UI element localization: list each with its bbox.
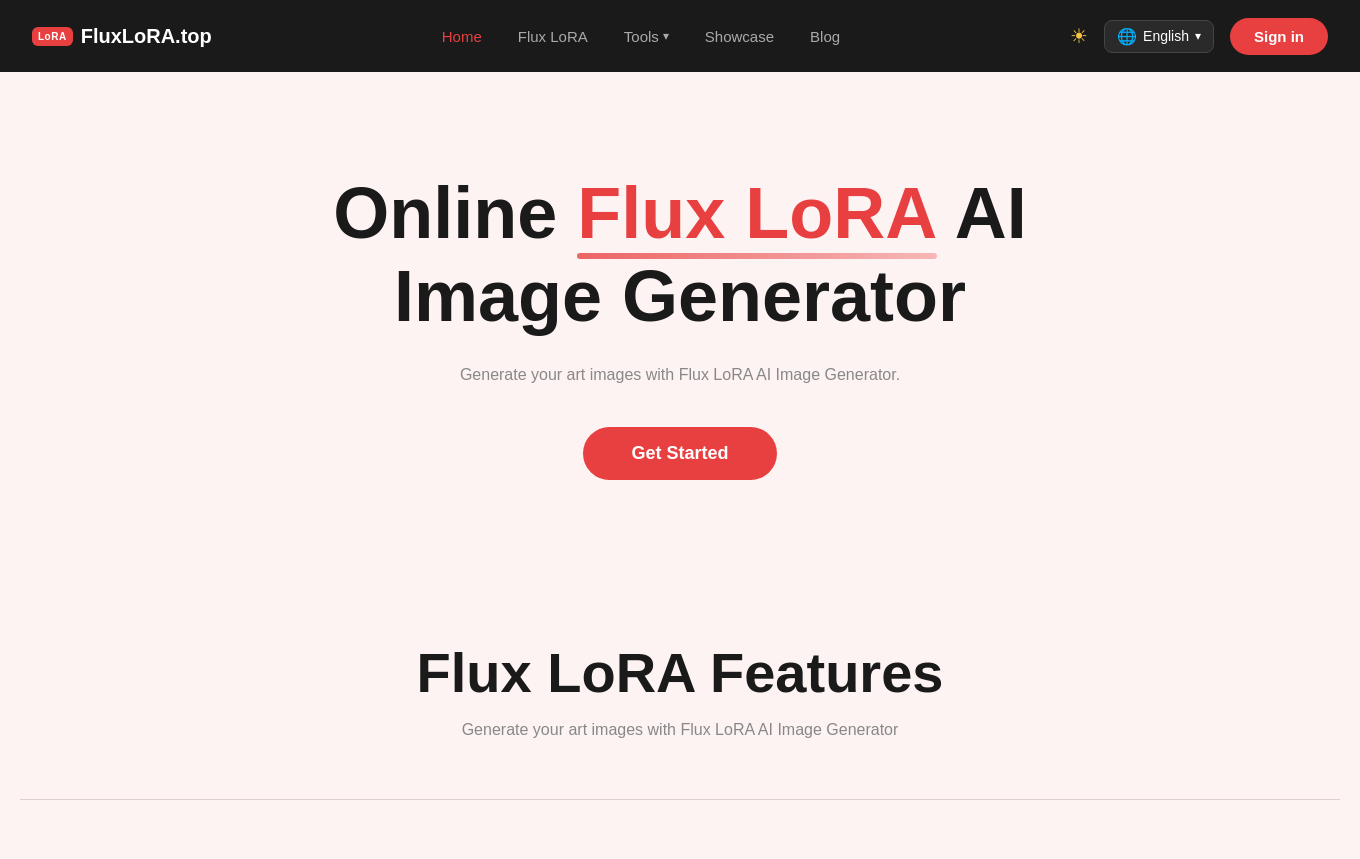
features-section: Flux LoRA Features Generate your art ima…: [0, 560, 1360, 840]
logo-brand: FluxLoRA: [81, 25, 175, 47]
features-subtitle: Generate your art images with Flux LoRA …: [462, 721, 899, 739]
sign-in-button[interactable]: Sign in: [1230, 18, 1328, 55]
theme-toggle-button[interactable]: ☀: [1070, 24, 1088, 48]
hero-title-highlight: Flux LoRA: [577, 172, 937, 255]
hero-section: Online Flux LoRA AI Image Generator Gene…: [0, 72, 1360, 560]
globe-icon: 🌐: [1117, 27, 1137, 46]
logo-badge: LoRA: [32, 27, 73, 46]
logo-suffix: .top: [175, 25, 212, 47]
chevron-down-icon: ▾: [663, 29, 669, 43]
nav-tools-label: Tools: [624, 28, 659, 45]
language-label: English: [1143, 28, 1189, 44]
navbar-right: ☀ 🌐 English ▾ Sign in: [1070, 18, 1328, 55]
sun-icon: ☀: [1070, 24, 1088, 48]
nav-blog[interactable]: Blog: [810, 28, 840, 45]
get-started-button[interactable]: Get Started: [583, 427, 776, 480]
logo-text: FluxLoRA.top: [81, 25, 212, 48]
navbar-logo[interactable]: LoRA FluxLoRA.top: [32, 25, 212, 48]
nav-home[interactable]: Home: [442, 28, 482, 45]
navbar-center: Home Flux LoRA Tools ▾ Showcase Blog: [442, 28, 840, 45]
nav-tools[interactable]: Tools ▾: [624, 28, 669, 45]
hero-title: Online Flux LoRA AI Image Generator: [280, 172, 1080, 338]
language-selector[interactable]: 🌐 English ▾: [1104, 20, 1214, 53]
hero-title-before: Online: [333, 173, 557, 253]
nav-showcase[interactable]: Showcase: [705, 28, 774, 45]
navbar: LoRA FluxLoRA.top Home Flux LoRA Tools ▾…: [0, 0, 1360, 72]
hero-subtitle: Generate your art images with Flux LoRA …: [460, 362, 900, 388]
nav-flux-lora[interactable]: Flux LoRA: [518, 28, 588, 45]
section-divider: [20, 799, 1340, 800]
features-title: Flux LoRA Features: [417, 640, 944, 705]
lang-chevron-icon: ▾: [1195, 29, 1201, 43]
